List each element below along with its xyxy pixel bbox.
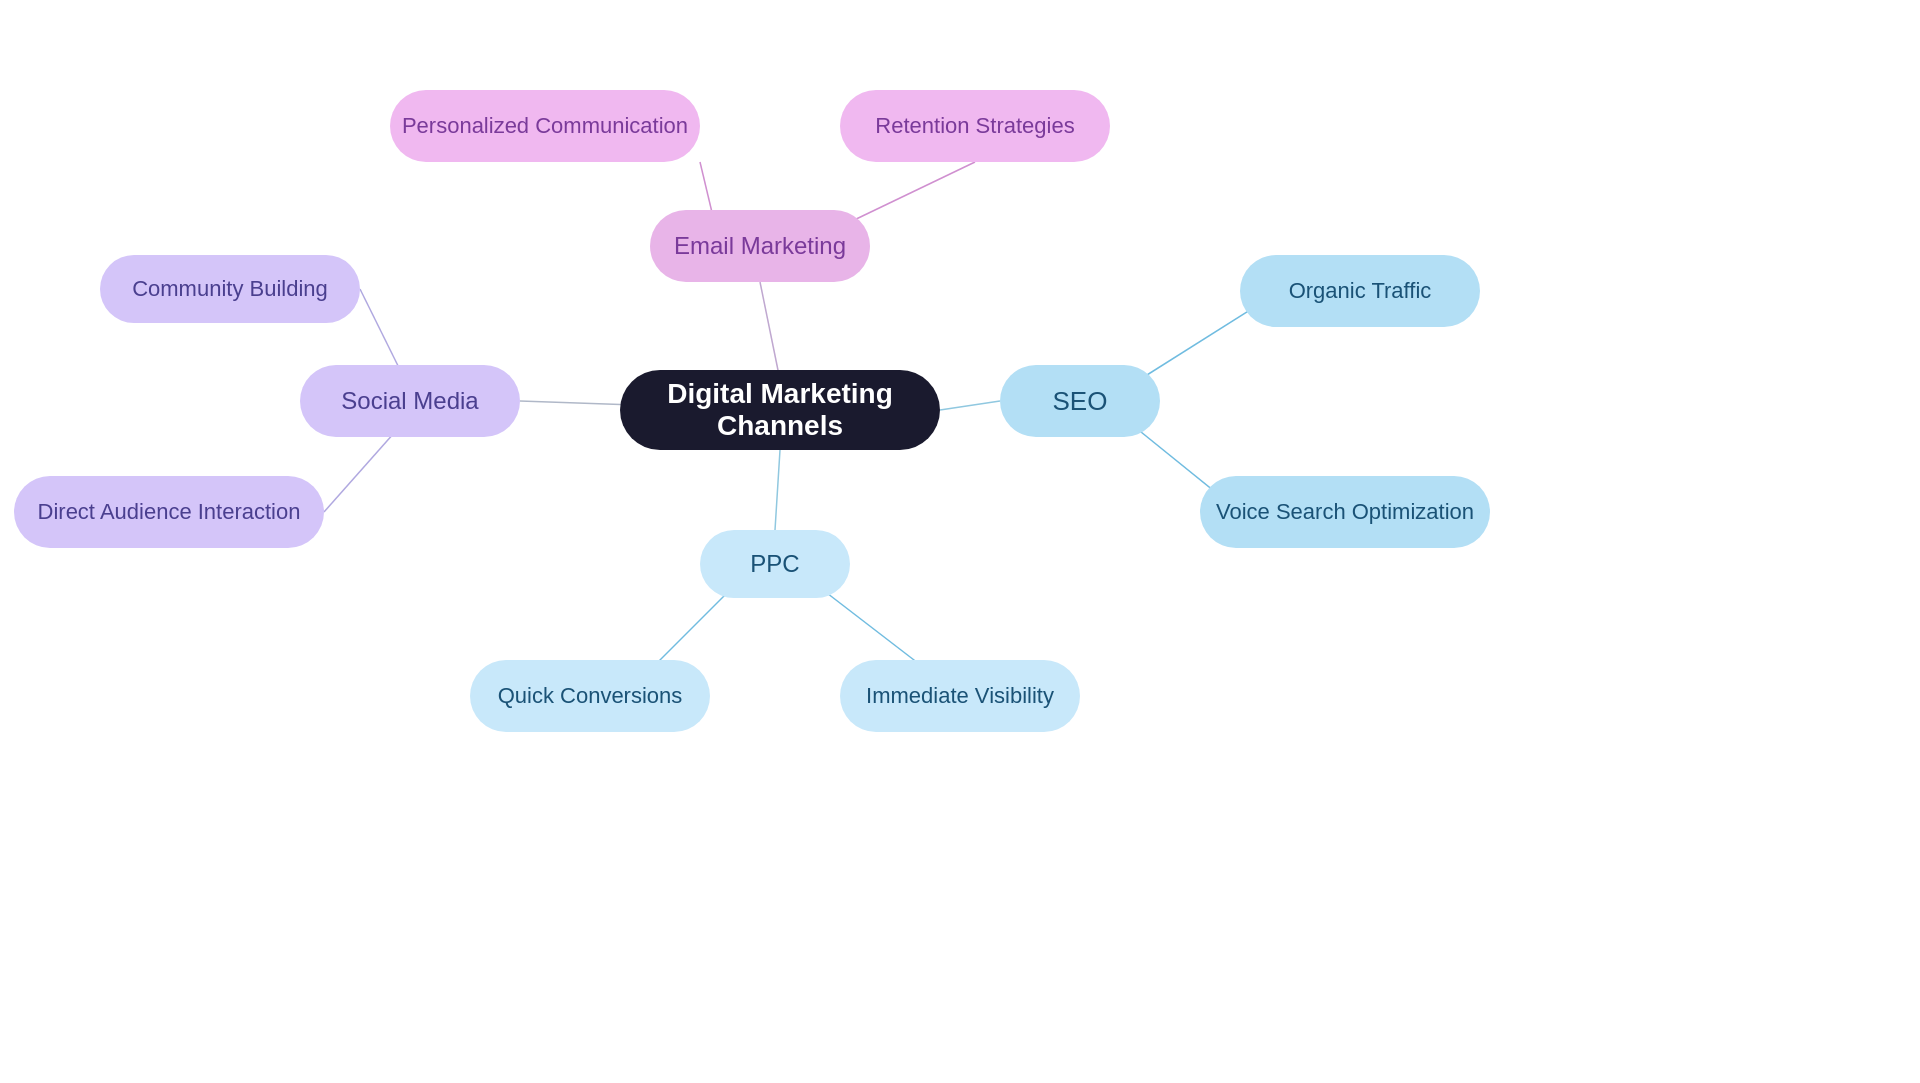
- center-node: Digital Marketing Channels: [620, 370, 940, 450]
- retention-strategies-node: Retention Strategies: [840, 90, 1110, 162]
- svg-line-1: [760, 282, 780, 380]
- personalized-communication-node: Personalized Communication: [390, 90, 700, 162]
- svg-line-3: [775, 450, 780, 530]
- community-building-node: Community Building: [100, 255, 360, 323]
- immediate-visibility-node: Immediate Visibility: [840, 660, 1080, 732]
- seo-node: SEO: [1000, 365, 1160, 437]
- quick-conversions-node: Quick Conversions: [470, 660, 710, 732]
- voice-search-node: Voice Search Optimization: [1200, 476, 1490, 548]
- direct-audience-node: Direct Audience Interaction: [14, 476, 324, 548]
- email-marketing-node: Email Marketing: [650, 210, 870, 282]
- ppc-node: PPC: [700, 530, 850, 598]
- svg-line-2: [940, 401, 1000, 410]
- social-media-node: Social Media: [300, 365, 520, 437]
- organic-traffic-node: Organic Traffic: [1240, 255, 1480, 327]
